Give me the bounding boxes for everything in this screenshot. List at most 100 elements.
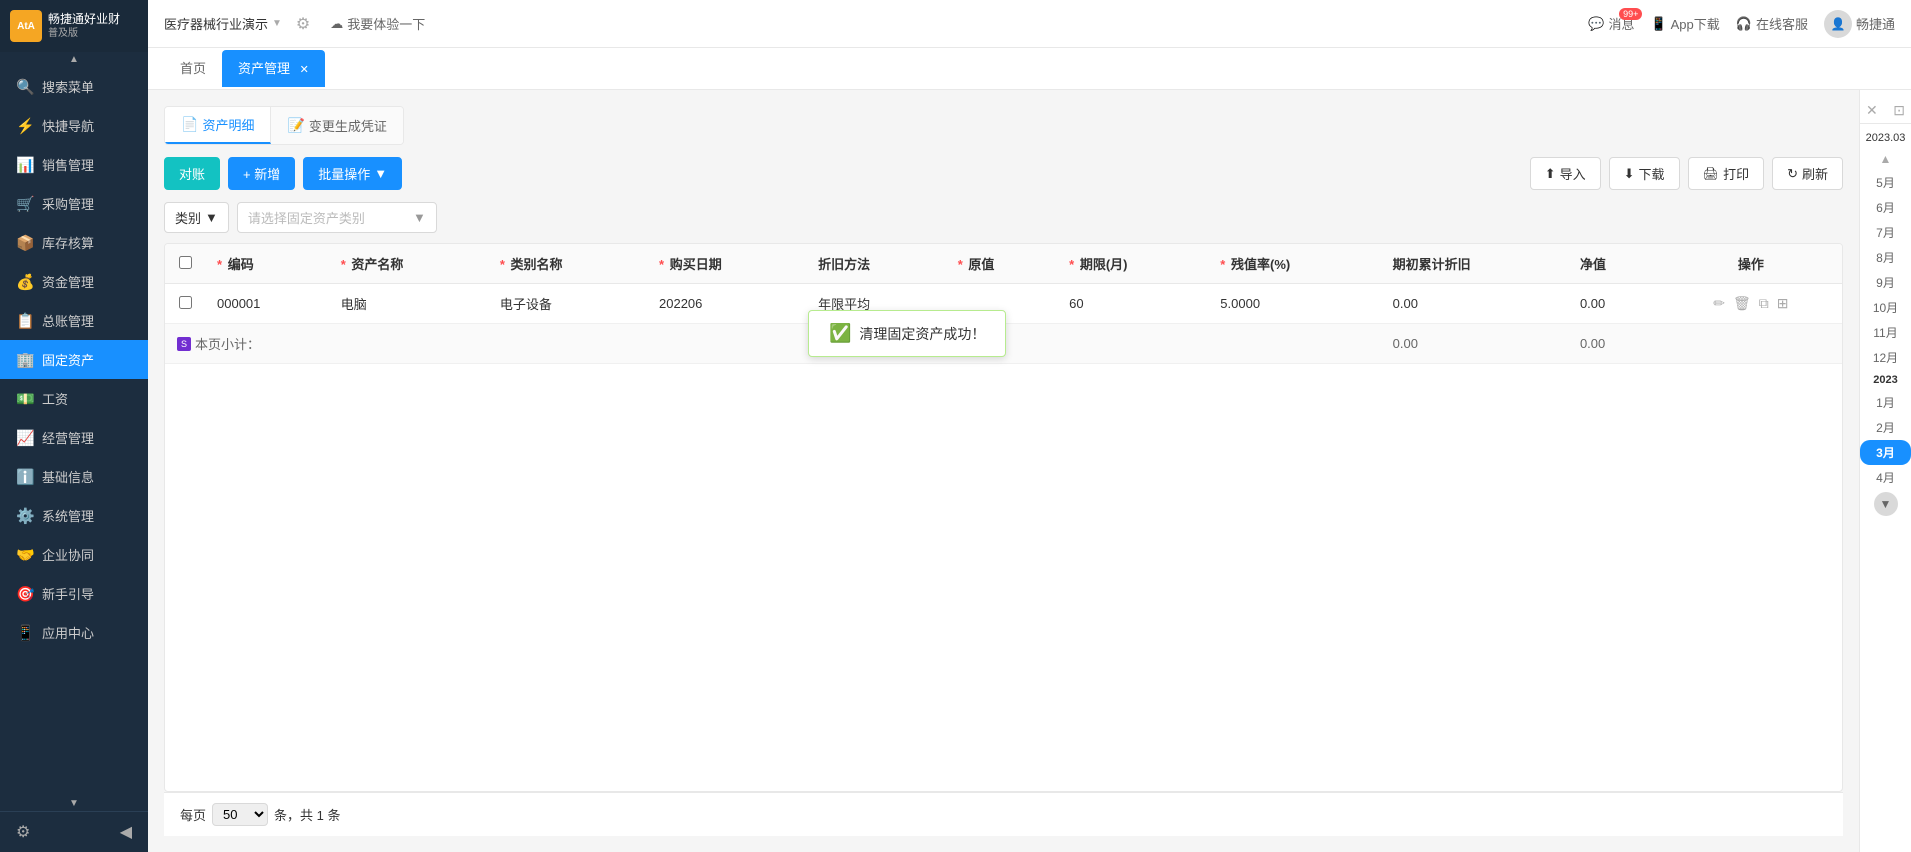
select-all-checkbox[interactable] bbox=[179, 256, 192, 269]
month-2023-4[interactable]: 4月 bbox=[1860, 465, 1911, 490]
new-button[interactable]: + 新增 bbox=[228, 157, 295, 190]
print-button[interactable]: 🖨 打印 bbox=[1688, 157, 1765, 190]
months-scroll-down[interactable]: ▼ bbox=[1874, 492, 1898, 516]
tab-asset-management[interactable]: 资产管理 ✕ bbox=[222, 50, 325, 87]
right-panel-close-icon[interactable]: ✕ bbox=[1866, 102, 1878, 119]
reconcile-button[interactable]: 对账 bbox=[164, 157, 220, 190]
month-2022-10[interactable]: 10月 bbox=[1860, 295, 1911, 320]
sidebar-item-purchase[interactable]: 🛒 采购管理 bbox=[0, 184, 148, 223]
sidebar-scroll-up[interactable]: ▲ bbox=[0, 52, 148, 67]
operations-icon: 📈 bbox=[16, 429, 34, 447]
row-checkbox[interactable] bbox=[179, 296, 192, 309]
cell-code: 000001 bbox=[205, 284, 329, 324]
user-avatar-area[interactable]: 👤 畅捷通 bbox=[1824, 10, 1895, 38]
sidebar-item-funds[interactable]: 💰 资金管理 bbox=[0, 262, 148, 301]
sidebar-item-payroll[interactable]: 💵 工资 bbox=[0, 379, 148, 418]
filter-dropdown-icon: ▼ bbox=[205, 210, 218, 225]
download-button[interactable]: ⬇ 下载 bbox=[1609, 157, 1680, 190]
copy-icon[interactable]: ⧉ bbox=[1759, 295, 1769, 312]
settings-gear-icon[interactable]: ⚙ bbox=[296, 14, 310, 34]
batch-ops-button[interactable]: 批量操作 ▼ bbox=[303, 157, 402, 190]
month-2023-2[interactable]: 2月 bbox=[1860, 415, 1911, 440]
sidebar-logo: AtA 畅捷通好业财 普及版 bbox=[0, 0, 148, 52]
sub-tab-change-voucher[interactable]: 📝 变更生成凭证 bbox=[271, 107, 402, 144]
online-service-button[interactable]: 🎧 在线客服 bbox=[1736, 14, 1808, 33]
right-panel-expand-icon[interactable]: ⊡ bbox=[1893, 102, 1905, 119]
cell-name: 电脑 bbox=[329, 284, 488, 324]
company-selector[interactable]: 医疗器械行业演示 ▼ bbox=[164, 14, 282, 33]
th-accumulated-depreciation: 期初累计折旧 bbox=[1381, 244, 1568, 284]
refresh-button[interactable]: ↻ 刷新 bbox=[1772, 157, 1843, 190]
content-main: 📄 资产明细 📝 变更生成凭证 对账 + 新增 批量操作 ▼ ⬆ bbox=[148, 90, 1859, 852]
cell-net-value: 0.00 bbox=[1568, 284, 1660, 324]
message-icon: 💬 bbox=[1588, 16, 1604, 32]
sidebar-item-inventory[interactable]: 📦 库存核算 bbox=[0, 223, 148, 262]
sidebar-item-enterprise[interactable]: 🤝 企业协同 bbox=[0, 535, 148, 574]
sidebar-scroll-down[interactable]: ▼ bbox=[0, 796, 148, 811]
per-page-select[interactable]: 50 100 200 bbox=[212, 803, 268, 826]
print-icon: 🖨 bbox=[1703, 166, 1720, 182]
sub-tabs: 📄 资产明细 📝 变更生成凭证 bbox=[164, 106, 404, 145]
month-2022-9[interactable]: 9月 bbox=[1860, 270, 1911, 295]
tab-close-icon[interactable]: ✕ bbox=[300, 64, 309, 76]
import-button[interactable]: ⬆ 导入 bbox=[1530, 157, 1601, 190]
month-2022-12[interactable]: 12月 bbox=[1860, 345, 1911, 370]
toolbar-right: ⬆ 导入 ⬇ 下载 🖨 打印 ↻ 刷新 bbox=[1530, 157, 1843, 190]
th-depreciation-method: 折旧方法 bbox=[806, 244, 946, 284]
month-2022-6[interactable]: 6月 bbox=[1860, 195, 1911, 220]
months-scroll-up[interactable]: ▲ bbox=[1860, 148, 1911, 170]
toolbar: 对账 + 新增 批量操作 ▼ ⬆ 导入 ⬇ 下载 🖨 bbox=[164, 157, 1843, 190]
cell-accumulated-depreciation: 0.00 bbox=[1381, 284, 1568, 324]
right-panel: ✕ ⊡ 2023.03 ▲ 5月 6月 7月 8月 9月 10月 11月 12月… bbox=[1859, 90, 1911, 852]
sidebar: AtA 畅捷通好业财 普及版 ▲ 🔍 搜索菜单 ⚡ 快捷导航 📊 销售管理 🛒 … bbox=[0, 0, 148, 852]
collapse-icon[interactable]: ◀ bbox=[120, 822, 132, 842]
month-2022-7[interactable]: 7月 bbox=[1860, 220, 1911, 245]
import-icon: ⬆ bbox=[1545, 166, 1556, 182]
month-2022-11[interactable]: 11月 bbox=[1860, 320, 1911, 345]
experience-button[interactable]: ☁ 我要体验一下 bbox=[330, 14, 425, 33]
basic-info-icon: ℹ️ bbox=[16, 468, 34, 486]
purchase-icon: 🛒 bbox=[16, 195, 34, 213]
sidebar-item-sales[interactable]: 📊 销售管理 bbox=[0, 145, 148, 184]
apps-icon: 📱 bbox=[16, 624, 34, 642]
more-icon[interactable]: ⊞ bbox=[1777, 295, 1789, 312]
sidebar-item-search[interactable]: 🔍 搜索菜单 bbox=[0, 67, 148, 106]
subtotal-net-value: 0.00 bbox=[1568, 324, 1660, 364]
app-download-button[interactable]: 📱 App下载 bbox=[1650, 14, 1719, 33]
search-icon: 🔍 bbox=[16, 78, 34, 96]
month-2023-3[interactable]: 3月 bbox=[1860, 440, 1911, 465]
sidebar-item-apps[interactable]: 📱 应用中心 bbox=[0, 613, 148, 652]
sidebar-item-system[interactable]: ⚙️ 系统管理 bbox=[0, 496, 148, 535]
year-2023-label: 2023 bbox=[1860, 370, 1911, 390]
service-icon: 🎧 bbox=[1736, 16, 1752, 32]
subtotal-accumulated-depreciation: 0.00 bbox=[1381, 324, 1568, 364]
category-filter-label[interactable]: 类别 ▼ bbox=[164, 202, 229, 233]
sidebar-item-quick-nav[interactable]: ⚡ 快捷导航 bbox=[0, 106, 148, 145]
sub-tab-asset-detail[interactable]: 📄 资产明细 bbox=[165, 107, 271, 144]
tab-home[interactable]: 首页 bbox=[164, 50, 222, 87]
topbar-right: 💬 消息 99+ 📱 App下载 🎧 在线客服 👤 畅捷通 bbox=[1588, 10, 1895, 38]
sidebar-item-fixed-assets[interactable]: 🏢 固定资产 bbox=[0, 340, 148, 379]
category-filter-input[interactable]: 请选择固定资产类别 ▼ bbox=[237, 202, 437, 233]
cloud-icon: ☁ bbox=[330, 16, 343, 32]
asset-detail-icon: 📄 bbox=[181, 116, 198, 133]
messages-button[interactable]: 💬 消息 99+ bbox=[1588, 14, 1634, 33]
funds-icon: 💰 bbox=[16, 273, 34, 291]
th-period: * 期限(月) bbox=[1057, 244, 1208, 284]
month-2022-8[interactable]: 8月 bbox=[1860, 245, 1911, 270]
inventory-icon: 📦 bbox=[16, 234, 34, 252]
quick-nav-icon: ⚡ bbox=[16, 117, 34, 135]
month-2023-1[interactable]: 1月 bbox=[1860, 390, 1911, 415]
sidebar-item-basic-info[interactable]: ℹ️ 基础信息 bbox=[0, 457, 148, 496]
sidebar-item-guide[interactable]: 🎯 新手引导 bbox=[0, 574, 148, 613]
right-panel-header: ✕ ⊡ bbox=[1860, 98, 1911, 124]
settings-icon[interactable]: ⚙ bbox=[16, 822, 30, 842]
right-panel-months: ▲ 5月 6月 7月 8月 9月 10月 11月 12月 2023 1月 2月 … bbox=[1860, 148, 1911, 518]
month-2022-5[interactable]: 5月 bbox=[1860, 170, 1911, 195]
sidebar-item-ledger[interactable]: 📋 总账管理 bbox=[0, 301, 148, 340]
batch-dropdown-icon: ▼ bbox=[374, 166, 387, 181]
delete-icon[interactable]: 🗑 bbox=[1733, 295, 1751, 312]
edit-icon[interactable]: ✏ bbox=[1713, 295, 1725, 312]
fixed-assets-icon: 🏢 bbox=[16, 351, 34, 369]
sidebar-item-operations[interactable]: 📈 经营管理 bbox=[0, 418, 148, 457]
